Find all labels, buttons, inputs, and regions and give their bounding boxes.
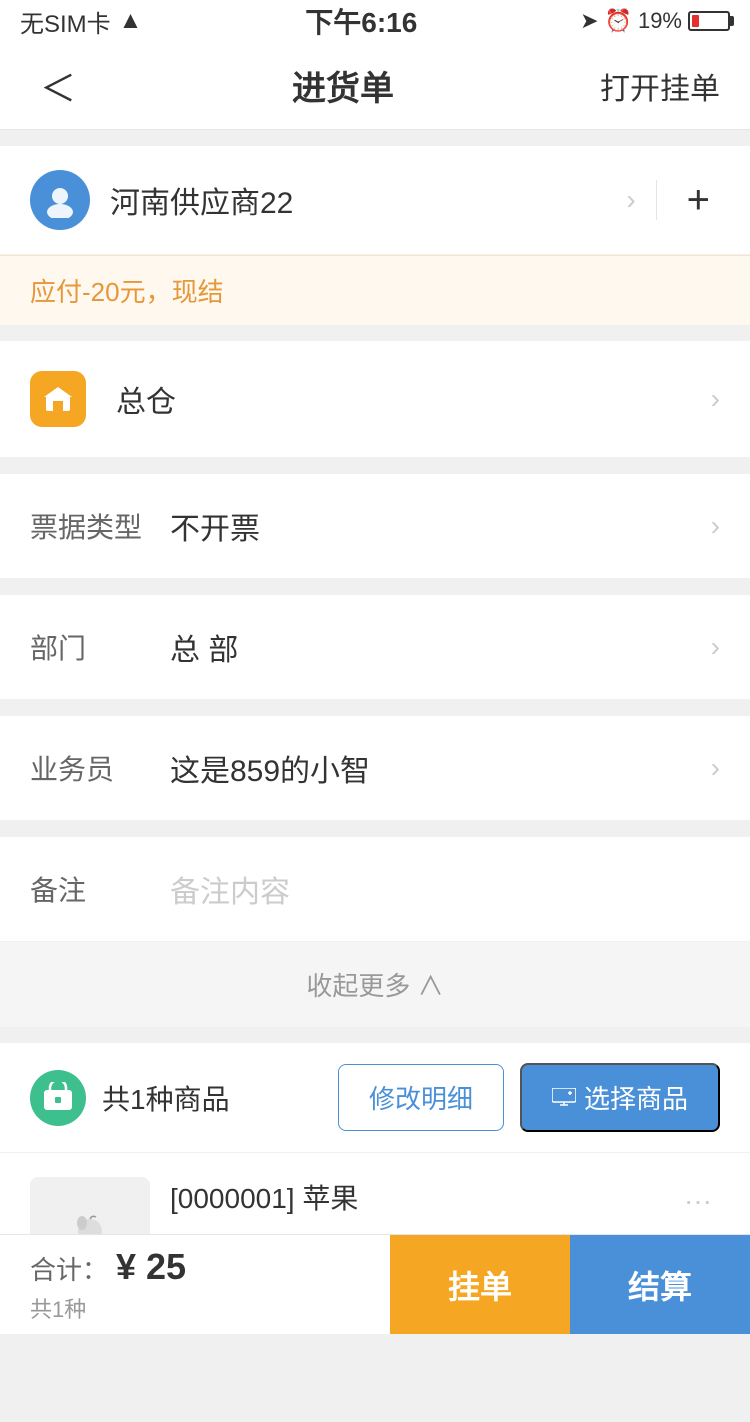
product-more-button[interactable]: ··· [676,1177,720,1225]
product-icon [30,1070,86,1126]
invoice-row[interactable]: 票据类型 不开票 › [0,474,750,579]
total-label: 合计： [30,1250,108,1287]
remark-placeholder[interactable]: 备注内容 [170,867,720,911]
product-code: [0000001] [170,1183,302,1214]
product-name: [0000001] 苹果 [170,1177,676,1217]
salesperson-chevron-icon: › [711,752,720,784]
remark-row[interactable]: 备注 备注内容 [0,837,750,942]
warehouse-section: 总仓 › [0,341,750,458]
department-row[interactable]: 部门 总 部 › [0,595,750,700]
total-amount: ¥ 25 [116,1246,186,1288]
supplier-section: 河南供应商22 › + 应付-20元，现结 [0,146,750,325]
carrier-label: 无SIM卡 [20,4,111,39]
back-button[interactable]: ＜ [30,50,86,122]
product-count: 共1种商品 [102,1078,338,1118]
status-time: 下午6:16 [305,1,417,41]
salesperson-section: 业务员 这是859的小智 › [0,716,750,821]
department-value: 总 部 [170,625,711,669]
invoice-value: 不开票 [170,504,711,548]
status-bar: 无SIM卡 ▲ 下午6:16 ➤ ⏰ 19% [0,0,750,42]
bottom-bar: 合计： ¥ 25 共1种 挂单 结算 [0,1234,750,1334]
payment-notice: 应付-20元，现结 [0,255,750,325]
warehouse-icon [30,371,86,427]
alarm-icon: ⏰ [605,8,632,34]
warehouse-name: 总仓 [116,377,711,421]
invoice-section: 票据类型 不开票 › [0,474,750,579]
checkout-button[interactable]: 结算 [570,1235,750,1334]
open-hang-button[interactable]: 打开挂单 [600,64,720,108]
remark-section: 备注 备注内容 [0,837,750,942]
add-supplier-button[interactable]: + [677,178,720,223]
invoice-label: 票据类型 [30,506,150,546]
hang-button[interactable]: 挂单 [390,1235,570,1334]
product-header: 共1种商品 修改明细 选择商品 [0,1043,750,1153]
total-main: 合计： ¥ 25 [30,1246,360,1288]
total-sub: 共1种 [30,1292,360,1324]
warehouse-row[interactable]: 总仓 › [0,341,750,458]
select-product-button[interactable]: 选择商品 [520,1063,720,1132]
salesperson-row[interactable]: 业务员 这是859的小智 › [0,716,750,821]
invoice-chevron-icon: › [711,510,720,542]
select-product-label: 选择商品 [584,1079,688,1116]
warehouse-chevron-icon: › [711,383,720,415]
collapse-button[interactable]: 收起更多 ∧ [0,942,750,1027]
supplier-chevron-icon: › [626,184,635,216]
department-label: 部门 [30,627,150,667]
product-title: 苹果 [302,1183,358,1214]
wifi-icon: ▲ [119,7,143,35]
total-section: 合计： ¥ 25 共1种 [0,1235,390,1334]
supplier-divider [656,180,657,220]
edit-detail-button[interactable]: 修改明细 [338,1064,504,1131]
status-right: ➤ ⏰ 19% [580,8,730,34]
nav-bar: ＜ 进货单 打开挂单 [0,42,750,130]
battery-percent: 19% [638,8,682,34]
location-icon: ➤ [580,8,598,34]
supplier-name: 河南供应商22 [110,178,626,222]
battery-icon [688,11,730,31]
salesperson-value: 这是859的小智 [170,746,711,790]
remark-label: 备注 [30,869,150,909]
salesperson-label: 业务员 [30,748,150,788]
status-left: 无SIM卡 ▲ [20,4,142,39]
supplier-row[interactable]: 河南供应商22 › + [0,146,750,255]
page-title: 进货单 [292,61,394,110]
supplier-avatar [30,170,90,230]
department-chevron-icon: › [711,631,720,663]
department-section: 部门 总 部 › [0,595,750,700]
